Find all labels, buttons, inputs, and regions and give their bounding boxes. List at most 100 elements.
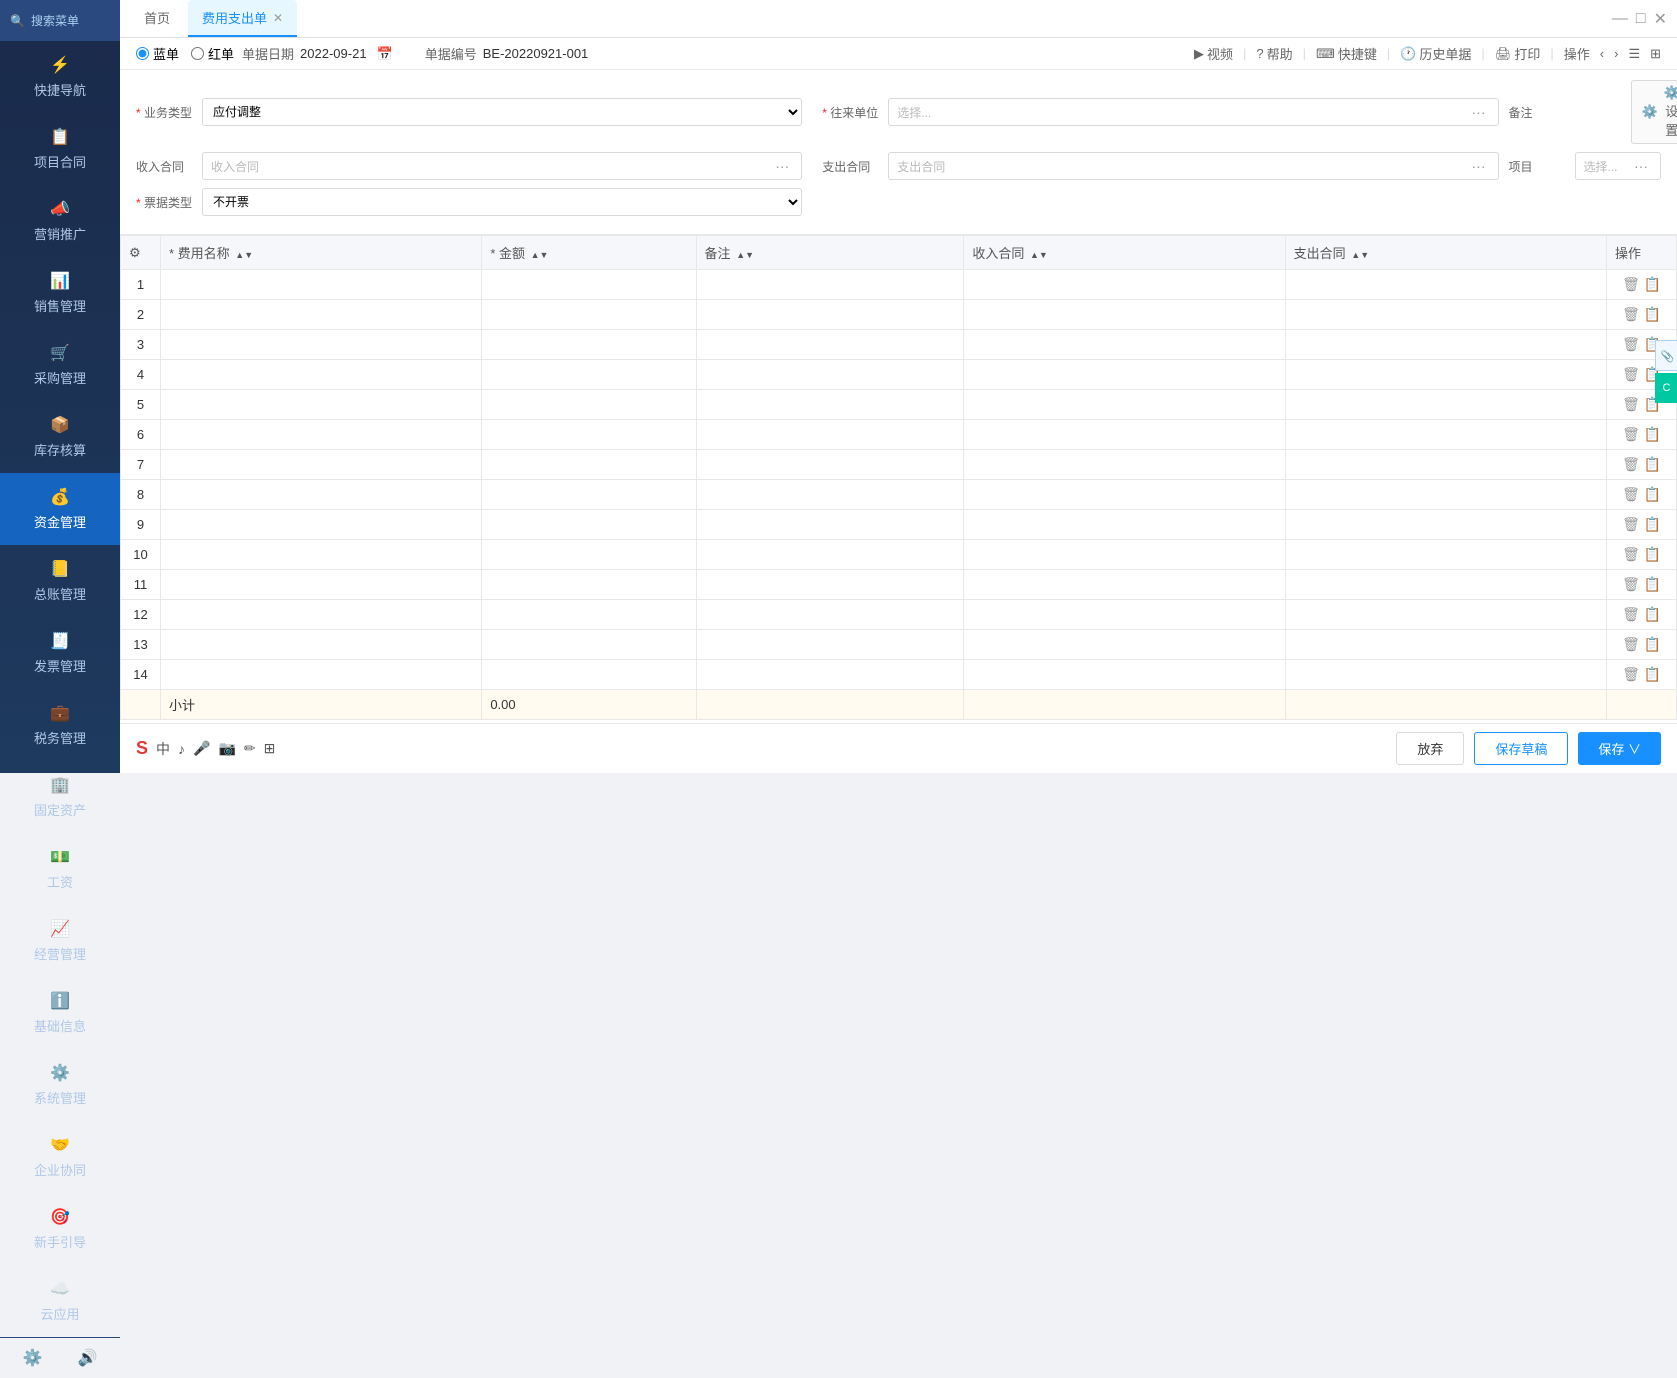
row-2-note[interactable] [696, 300, 964, 330]
row-delete-icon-13[interactable]: 🗑 [1622, 636, 1640, 652]
sidebar-item-invoice[interactable]: 🧾 发票管理 [0, 617, 120, 689]
row-7-note[interactable] [696, 450, 964, 480]
row-12-expense[interactable] [1285, 600, 1606, 630]
row-5-name[interactable] [161, 390, 482, 420]
row-5-expense[interactable] [1285, 390, 1606, 420]
grid-icon[interactable]: ⊞ [264, 740, 276, 757]
row-7-expense[interactable] [1285, 450, 1606, 480]
row-8-expense[interactable] [1285, 480, 1606, 510]
row-14-income[interactable] [964, 660, 1285, 690]
row-9-expense[interactable] [1285, 510, 1606, 540]
settings-button[interactable]: ⚙️ ⚙️ 设置 [1631, 80, 1677, 144]
row-3-amount[interactable] [482, 330, 696, 360]
row-8-note[interactable] [696, 480, 964, 510]
row-5-income[interactable] [964, 390, 1285, 420]
row-13-expense[interactable] [1285, 630, 1606, 660]
sidebar-item-sys[interactable]: ⚙️ 系统管理 [0, 1049, 120, 1121]
view-list-btn[interactable]: ☰ [1628, 46, 1640, 62]
row-6-amount[interactable] [482, 420, 696, 450]
project-dots[interactable]: ··· [1630, 158, 1652, 174]
row-12-name[interactable] [161, 600, 482, 630]
sidebar-search[interactable]: 🔍 搜索菜单 [0, 0, 120, 41]
row-9-income[interactable] [964, 510, 1285, 540]
biz-type-dropdown[interactable]: 应付调整 [203, 99, 801, 125]
invoice-type-select[interactable]: 不开票 [202, 188, 802, 216]
sidebar-item-guide[interactable]: 🎯 新手引导 [0, 1193, 120, 1265]
row-copy-icon-6[interactable]: 📋 [1643, 426, 1660, 442]
row-13-amount[interactable] [482, 630, 696, 660]
row-2-amount[interactable] [482, 300, 696, 330]
print-btn[interactable]: 🖨 打印 [1495, 44, 1541, 63]
radio-red-label[interactable]: 红单 [191, 44, 234, 63]
th-settings[interactable]: ⚙ [121, 236, 161, 270]
row-10-name[interactable] [161, 540, 482, 570]
close-btn[interactable]: ✕ [1654, 9, 1667, 29]
sidebar-item-ops[interactable]: 📈 经营管理 [0, 905, 120, 977]
row-13-income[interactable] [964, 630, 1285, 660]
row-1-income[interactable] [964, 270, 1285, 300]
row-1-name[interactable] [161, 270, 482, 300]
row-6-expense[interactable] [1285, 420, 1606, 450]
row-4-note[interactable] [696, 360, 964, 390]
operate-btn[interactable]: 操作 [1564, 44, 1590, 63]
music-icon[interactable]: ♪ [178, 741, 185, 757]
row-11-amount[interactable] [482, 570, 696, 600]
row-14-note[interactable] [696, 660, 964, 690]
row-delete-icon-9[interactable]: 🗑 [1622, 516, 1640, 532]
chinese-input-icon[interactable]: 中 [156, 739, 170, 759]
tab-expense[interactable]: 费用支出单 ✕ [188, 0, 297, 37]
row-copy-icon-8[interactable]: 📋 [1643, 486, 1660, 502]
expense-contract-dots[interactable]: ··· [1468, 158, 1490, 174]
row-delete-icon-8[interactable]: 🗑 [1622, 486, 1640, 502]
row-1-amount[interactable] [482, 270, 696, 300]
row-5-note[interactable] [696, 390, 964, 420]
row-12-note[interactable] [696, 600, 964, 630]
help-btn[interactable]: ? 帮助 [1256, 44, 1292, 63]
row-copy-icon-13[interactable]: 📋 [1643, 636, 1660, 652]
right-panel-btn-2[interactable]: C [1655, 373, 1677, 403]
sidebar-item-tax[interactable]: 💼 税务管理 [0, 689, 120, 761]
sidebar-item-base-info[interactable]: ℹ️ 基础信息 [0, 977, 120, 1049]
sidebar-item-capital[interactable]: 💰 资金管理 [0, 473, 120, 545]
counterpart-dots[interactable]: ··· [1468, 104, 1490, 120]
row-4-expense[interactable] [1285, 360, 1606, 390]
amount-sort-icon[interactable]: ▲▼ [531, 251, 549, 260]
view-grid-btn[interactable]: ⊞ [1650, 46, 1661, 62]
row-1-note[interactable] [696, 270, 964, 300]
row-copy-icon-11[interactable]: 📋 [1643, 576, 1660, 592]
row-4-income[interactable] [964, 360, 1285, 390]
row-2-name[interactable] [161, 300, 482, 330]
sidebar-item-purchase[interactable]: 🛒 采购管理 [0, 329, 120, 401]
row-8-income[interactable] [964, 480, 1285, 510]
sidebar-item-accounting[interactable]: 📒 总账管理 [0, 545, 120, 617]
sidebar-settings-btn[interactable]: ⚙️ [23, 1348, 43, 1368]
row-delete-icon-6[interactable]: 🗑 [1622, 426, 1640, 442]
row-11-expense[interactable] [1285, 570, 1606, 600]
row-delete-icon-2[interactable]: 🗑 [1622, 306, 1640, 322]
expense-sort-icon[interactable]: ▲▼ [1351, 251, 1369, 260]
minimize-btn[interactable]: — [1612, 10, 1628, 28]
sidebar-item-quick-nav[interactable]: ⚡ 快捷导航 [0, 41, 120, 113]
shortcut-btn[interactable]: ⌨ 快捷键 [1316, 44, 1377, 63]
nav-next-btn[interactable]: › [1614, 46, 1618, 61]
sidebar-volume-btn[interactable]: 🔊 [78, 1348, 98, 1368]
row-11-income[interactable] [964, 570, 1285, 600]
right-panel-btn-1[interactable]: 📎 [1655, 340, 1677, 371]
row-8-amount[interactable] [482, 480, 696, 510]
row-4-amount[interactable] [482, 360, 696, 390]
calendar-icon[interactable]: 📅 [377, 46, 393, 62]
sidebar-item-fixed-assets[interactable]: 🏢 固定资产 [0, 761, 120, 833]
maximize-btn[interactable]: □ [1636, 10, 1646, 28]
row-2-income[interactable] [964, 300, 1285, 330]
discard-button[interactable]: 放弃 [1396, 732, 1464, 765]
row-12-amount[interactable] [482, 600, 696, 630]
history-btn[interactable]: 🕐 历史单据 [1400, 44, 1471, 63]
tab-home[interactable]: 首页 [130, 0, 184, 37]
row-10-amount[interactable] [482, 540, 696, 570]
row-copy-icon-12[interactable]: 📋 [1643, 606, 1660, 622]
sidebar-item-marketing[interactable]: 📣 营销推广 [0, 185, 120, 257]
row-12-income[interactable] [964, 600, 1285, 630]
row-14-expense[interactable] [1285, 660, 1606, 690]
biz-type-select[interactable]: 应付调整 [202, 98, 802, 126]
mic-icon[interactable]: 🎤 [193, 740, 210, 757]
